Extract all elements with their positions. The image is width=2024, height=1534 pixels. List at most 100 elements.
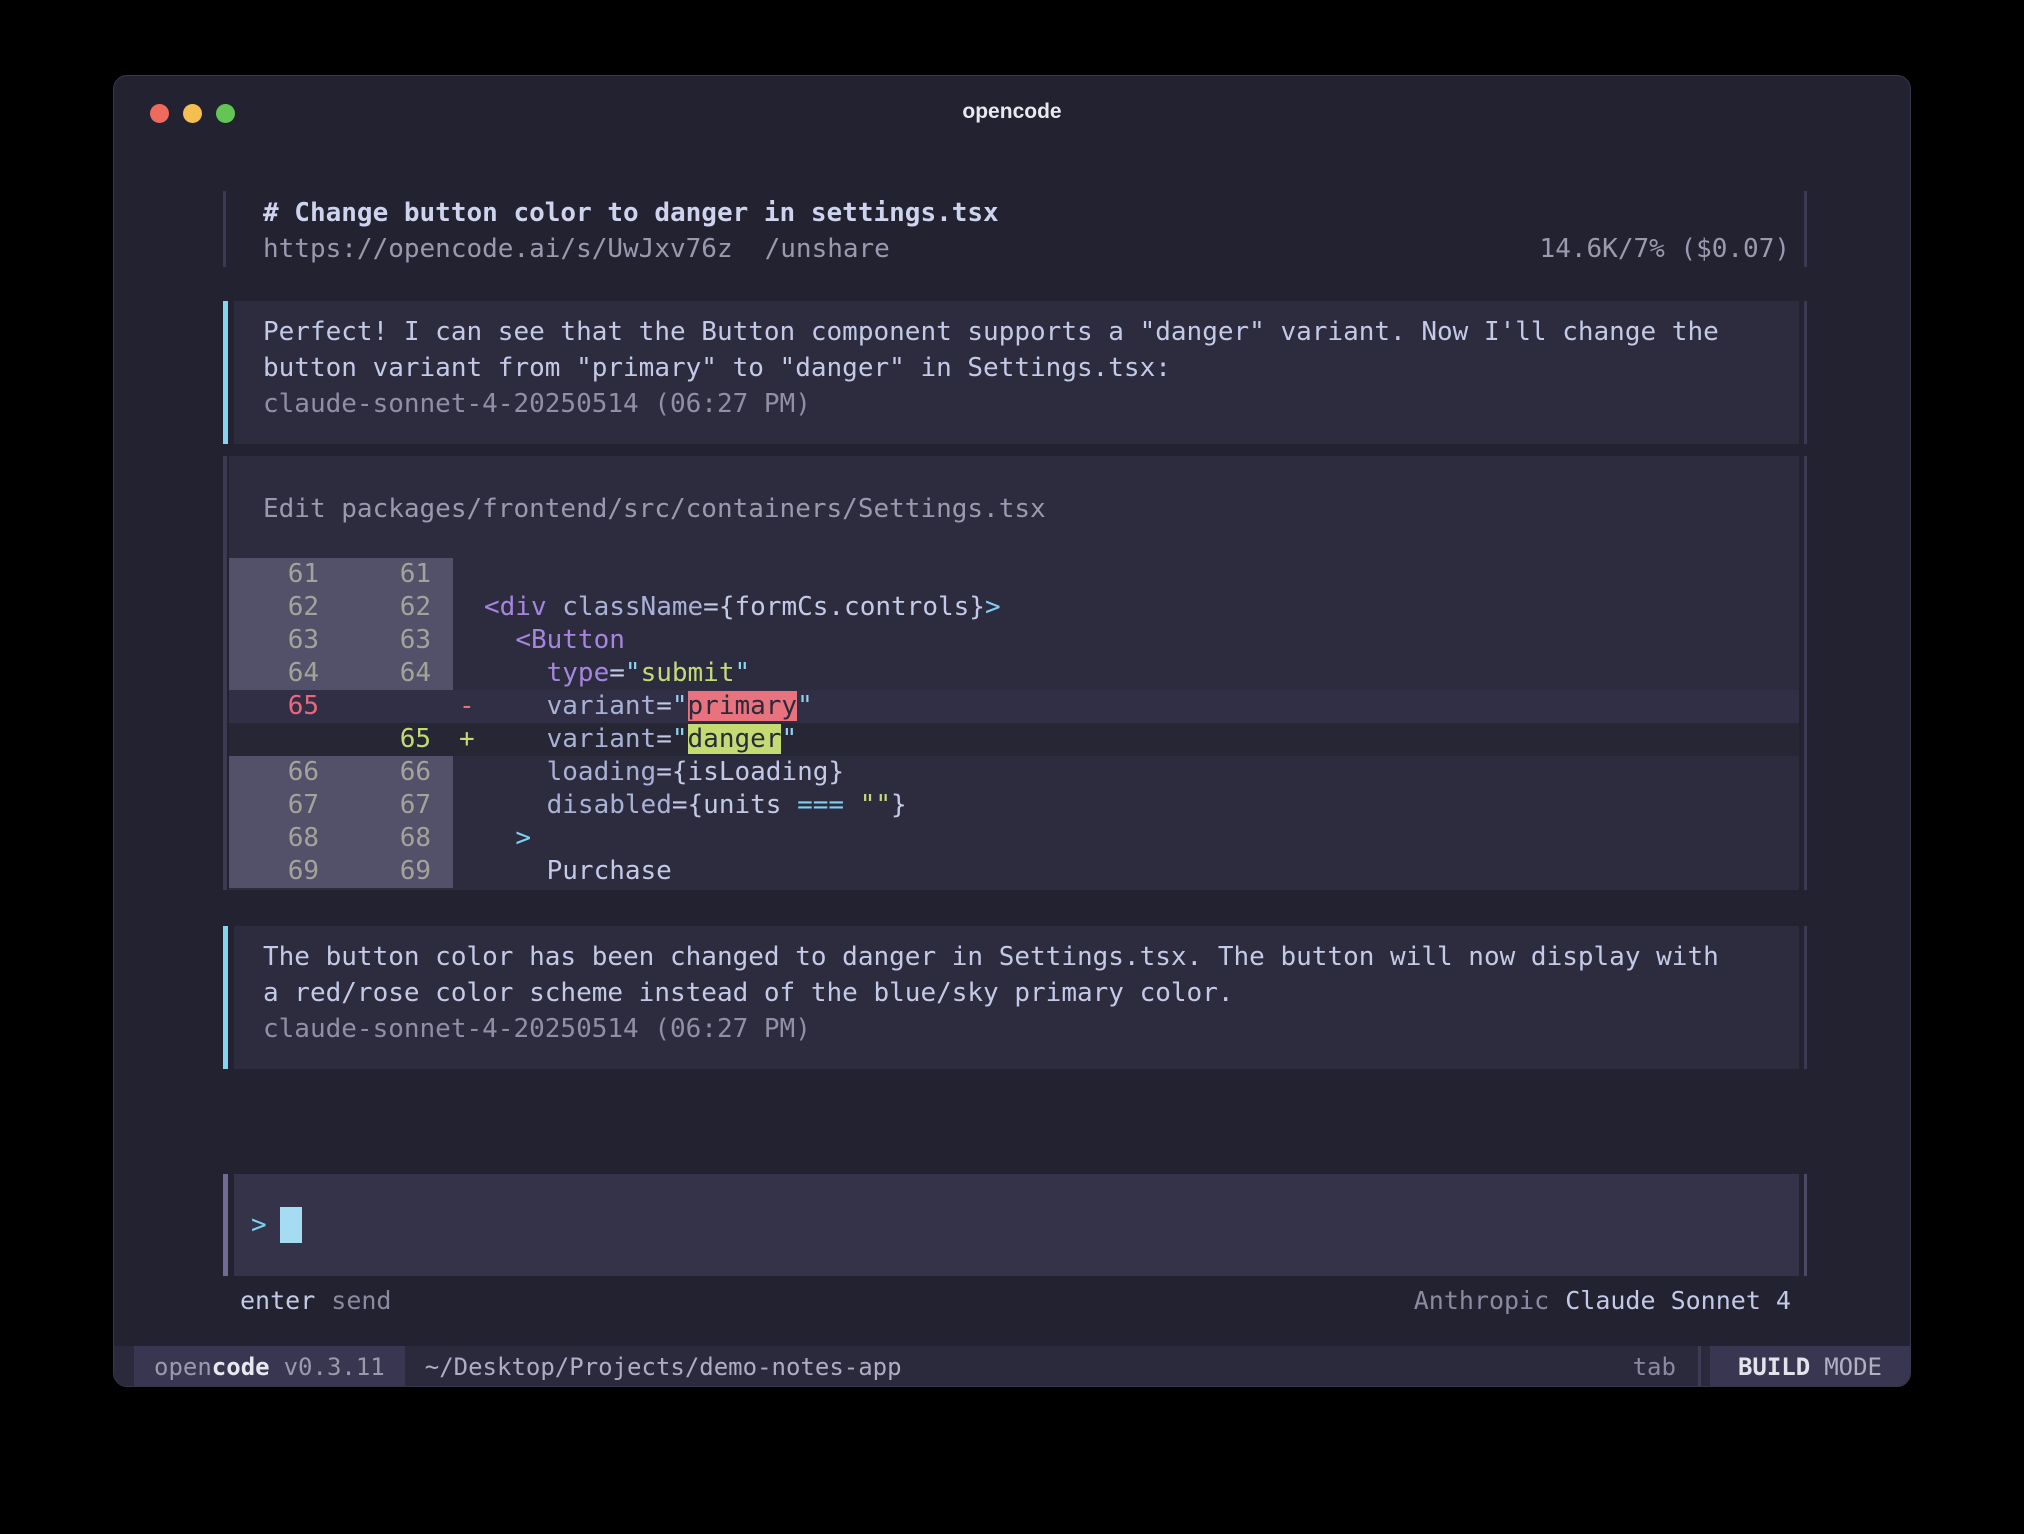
provider-label: Anthropic bbox=[1414, 1283, 1549, 1319]
diff-marker: - bbox=[453, 690, 484, 723]
code-line: type="submit" bbox=[484, 657, 1799, 690]
old-line-number: 66 bbox=[229, 756, 341, 789]
code-token: variant bbox=[547, 691, 657, 721]
status-bar: opencode v0.3.11 ~/Desktop/Projects/demo… bbox=[114, 1346, 1910, 1387]
code-token: primary bbox=[688, 691, 798, 721]
prompt-symbol: > bbox=[251, 1207, 267, 1243]
code-token: " bbox=[672, 691, 688, 721]
code-token: disabled bbox=[547, 790, 672, 820]
code-line: <div className={formCs.controls}> bbox=[484, 591, 1799, 624]
session-header: # Change button color to danger in setti… bbox=[223, 191, 1807, 267]
code-token bbox=[484, 823, 515, 853]
diff-marker bbox=[453, 822, 484, 855]
diff-row: 6464 type="submit" bbox=[229, 657, 1799, 690]
app-version-chip: opencode v0.3.11 bbox=[134, 1346, 405, 1387]
code-token: " bbox=[797, 691, 813, 721]
code-line: <Button bbox=[484, 624, 1799, 657]
diff-right-border bbox=[1804, 456, 1807, 890]
message-accent-bar bbox=[223, 301, 228, 444]
code-token: Purchase bbox=[484, 856, 672, 886]
code-token: variant bbox=[547, 724, 657, 754]
header-right-border bbox=[1804, 191, 1807, 267]
share-url[interactable]: https://opencode.ai/s/UwJxv76z bbox=[263, 231, 733, 267]
working-directory: ~/Desktop/Projects/demo-notes-app bbox=[425, 1346, 902, 1387]
diff-rows: 61616262<div className={formCs.controls}… bbox=[229, 558, 1799, 888]
assistant-message: Perfect! I can see that the Button compo… bbox=[223, 301, 1807, 444]
model-label[interactable]: Claude Sonnet 4 bbox=[1565, 1283, 1807, 1319]
old-line-number: 68 bbox=[229, 822, 341, 855]
code-token: " bbox=[781, 724, 797, 754]
code-token: " bbox=[625, 658, 641, 688]
code-line: > bbox=[484, 822, 1799, 855]
code-token: " bbox=[672, 724, 688, 754]
new-line-number: 69 bbox=[341, 855, 453, 888]
tab-key-hint: tab bbox=[1633, 1346, 1676, 1387]
message-right-border bbox=[1804, 301, 1807, 444]
mode-name: BUILD bbox=[1738, 1346, 1810, 1387]
mode-toggle-chip[interactable]: BUILD MODE bbox=[1710, 1346, 1910, 1387]
code-line: loading={isLoading} bbox=[484, 756, 1799, 789]
code-token: <div bbox=[484, 592, 547, 622]
new-line-number: 63 bbox=[341, 624, 453, 657]
hint-row: enter send Anthropic Claude Sonnet 4 bbox=[223, 1283, 1807, 1319]
input-left-border bbox=[223, 1174, 228, 1276]
diff-file-title: Edit packages/frontend/src/containers/Se… bbox=[229, 456, 1799, 558]
message-text-line: button variant from "primary" to "danger… bbox=[263, 350, 1779, 386]
new-line-number: 65 bbox=[341, 723, 453, 756]
code-token: = bbox=[656, 724, 672, 754]
code-token: > bbox=[985, 592, 1001, 622]
code-token bbox=[484, 757, 547, 787]
code-token: {units bbox=[688, 790, 798, 820]
code-token: danger bbox=[688, 724, 782, 754]
window-title: opencode bbox=[114, 100, 1910, 124]
diff-row: 6363 <Button bbox=[229, 624, 1799, 657]
edit-tool-panel: Edit packages/frontend/src/containers/Se… bbox=[223, 456, 1807, 890]
diff-marker bbox=[453, 789, 484, 822]
token-usage: 14.6K/7% ($0.07) bbox=[1540, 231, 1790, 267]
old-line-number: 61 bbox=[229, 558, 341, 591]
message-text-line: The button color has been changed to dan… bbox=[263, 939, 1779, 975]
old-line-number: 65 bbox=[229, 690, 341, 723]
new-line-number bbox=[341, 690, 453, 723]
code-token bbox=[844, 790, 860, 820]
diff-row: 6969 Purchase bbox=[229, 855, 1799, 888]
code-token: = bbox=[672, 790, 688, 820]
diff-marker bbox=[453, 558, 484, 591]
assistant-message: The button color has been changed to dan… bbox=[223, 926, 1807, 1069]
prompt-input[interactable]: > bbox=[234, 1174, 1799, 1276]
diff-marker bbox=[453, 756, 484, 789]
message-model-meta: claude-sonnet-4-20250514 (06:27 PM) bbox=[263, 386, 1779, 422]
diff-marker bbox=[453, 855, 484, 888]
app-name-open: open bbox=[154, 1346, 212, 1387]
code-token bbox=[484, 625, 515, 655]
code-token: = bbox=[656, 691, 672, 721]
code-line: variant="primary" bbox=[484, 690, 1799, 723]
new-line-number: 66 bbox=[341, 756, 453, 789]
code-token: > bbox=[515, 823, 531, 853]
diff-row: 6868 > bbox=[229, 822, 1799, 855]
code-token: === bbox=[797, 790, 844, 820]
message-model-meta: claude-sonnet-4-20250514 (06:27 PM) bbox=[263, 1011, 1779, 1047]
old-line-number: 69 bbox=[229, 855, 341, 888]
code-token: <Button bbox=[515, 625, 625, 655]
code-token: "" bbox=[860, 790, 891, 820]
prompt-input-panel[interactable]: > bbox=[223, 1174, 1807, 1276]
unshare-command[interactable]: /unshare bbox=[765, 231, 890, 267]
old-line-number: 64 bbox=[229, 657, 341, 690]
diff-marker bbox=[453, 624, 484, 657]
message-accent-bar bbox=[223, 926, 228, 1069]
new-line-number: 61 bbox=[341, 558, 453, 591]
code-line: Purchase bbox=[484, 855, 1799, 888]
input-right-border bbox=[1804, 1174, 1807, 1276]
code-token: " bbox=[734, 658, 750, 688]
enter-key-hint: enter bbox=[223, 1283, 315, 1319]
diff-left-border bbox=[223, 456, 227, 890]
diff-row: 65+ variant="danger" bbox=[229, 723, 1799, 756]
diff-row: 6767 disabled={units === ""} bbox=[229, 789, 1799, 822]
old-line-number: 67 bbox=[229, 789, 341, 822]
app-version: v0.3.11 bbox=[284, 1346, 385, 1387]
send-action-hint: send bbox=[331, 1283, 391, 1319]
code-token: loading bbox=[547, 757, 657, 787]
opencode-window: opencode # Change button color to danger… bbox=[113, 75, 1911, 1387]
code-token: {isLoading} bbox=[672, 757, 844, 787]
